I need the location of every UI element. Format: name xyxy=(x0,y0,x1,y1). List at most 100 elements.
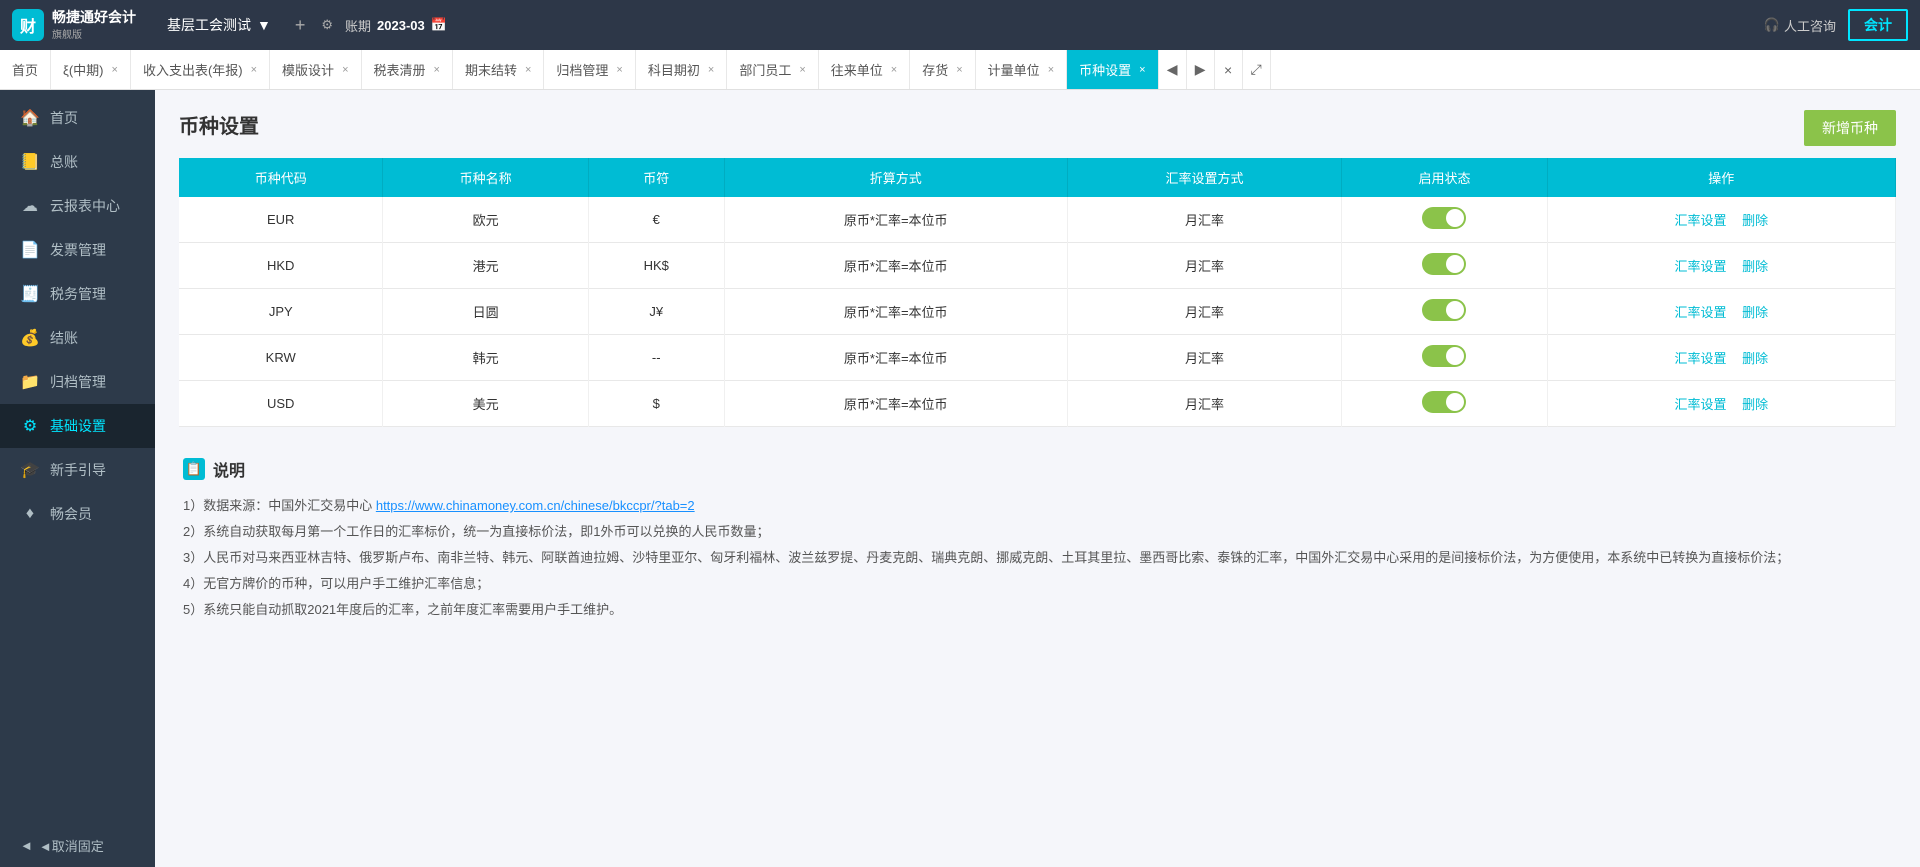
toggle-knob-HKD xyxy=(1446,255,1464,273)
notice-title-text: 说明 xyxy=(213,457,245,481)
sidebar-pin-btn[interactable]: ◄ ◄取消固定 xyxy=(0,824,155,867)
sidebar-item-home[interactable]: 🏠 首页 xyxy=(0,96,155,140)
tab-dept-close[interactable]: × xyxy=(799,64,805,76)
tab-midterm[interactable]: ξ(中期) × xyxy=(51,50,131,90)
tab-prev-btn[interactable]: ◀ xyxy=(1159,50,1187,90)
toggle-knob-JPY xyxy=(1446,301,1464,319)
table-row: EUR 欧元 € 原币*汇率=本位币 月汇率 汇率设置 删除 xyxy=(179,197,1896,243)
tab-template[interactable]: 模版设计 × xyxy=(270,50,361,90)
rate-setting-btn-JPY[interactable]: 汇率设置 xyxy=(1674,305,1726,320)
cell-symbol: € xyxy=(588,197,724,243)
sidebar-item-ledger[interactable]: 📒 总账 xyxy=(0,140,155,184)
logo-main: 畅捷通好会计 xyxy=(52,9,136,26)
cell-rate-method: 月汇率 xyxy=(1067,335,1342,381)
tab-next-btn[interactable]: ▶ xyxy=(1187,50,1215,90)
sidebar-item-settle[interactable]: 💰 结账 xyxy=(0,316,155,360)
tab-dept-label: 部门员工 xyxy=(739,60,791,79)
cell-method: 原币*汇率=本位币 xyxy=(724,197,1067,243)
settings-icon[interactable]: ⚙ xyxy=(321,17,333,33)
tab-partner[interactable]: 往来单位 × xyxy=(819,50,910,90)
notice-item: 4）无官方牌价的币种，可以用户手工维护汇率信息； xyxy=(183,571,1892,597)
delete-btn-HKD[interactable]: 删除 xyxy=(1742,259,1768,274)
tab-currency-close[interactable]: × xyxy=(1139,64,1145,76)
sidebar-item-guide[interactable]: 🎓 新手引导 xyxy=(0,448,155,492)
cell-status xyxy=(1342,243,1547,289)
tab-period-end[interactable]: 期末结转 × xyxy=(453,50,544,90)
tab-tax-close[interactable]: × xyxy=(434,64,440,76)
cell-symbol: -- xyxy=(588,335,724,381)
tab-unit[interactable]: 计量单位 × xyxy=(976,50,1067,90)
headphone-icon: 🎧 xyxy=(1764,17,1780,33)
rate-setting-btn-KRW[interactable]: 汇率设置 xyxy=(1674,351,1726,366)
currency-table: 币种代码 币种名称 币符 折算方式 汇率设置方式 启用状态 操作 EUR 欧元 … xyxy=(179,158,1896,427)
sidebar-label-invoice: 发票管理 xyxy=(50,240,106,260)
toggle-USD[interactable] xyxy=(1422,391,1466,413)
calendar-icon[interactable]: 📅 xyxy=(431,17,447,33)
toggle-EUR[interactable] xyxy=(1422,207,1466,229)
toggle-KRW[interactable] xyxy=(1422,345,1466,367)
tab-annual-close[interactable]: × xyxy=(251,64,257,76)
sidebar-item-cloud[interactable]: ☁ 云报表中心 xyxy=(0,184,155,228)
sidebar-item-member[interactable]: ♦ 畅会员 xyxy=(0,492,155,536)
help-button[interactable]: 🎧 人工咨询 xyxy=(1764,16,1836,35)
cell-action: 汇率设置 删除 xyxy=(1547,197,1895,243)
guide-icon: 🎓 xyxy=(20,460,40,480)
rate-setting-btn-EUR[interactable]: 汇率设置 xyxy=(1674,213,1726,228)
tab-annual[interactable]: 收入支出表(年报) × xyxy=(131,50,270,90)
delete-btn-EUR[interactable]: 删除 xyxy=(1742,213,1768,228)
tab-tax[interactable]: 税表清册 × xyxy=(362,50,453,90)
cell-symbol: HK$ xyxy=(588,243,724,289)
tab-dept[interactable]: 部门员工 × xyxy=(727,50,818,90)
dropdown-icon: ▼ xyxy=(257,17,271,33)
cell-action: 汇率设置 删除 xyxy=(1547,381,1895,427)
sidebar-item-settings[interactable]: ⚙ 基础设置 xyxy=(0,404,155,448)
tab-inventory[interactable]: 存货 × xyxy=(910,50,975,90)
tab-partner-close[interactable]: × xyxy=(891,64,897,76)
tab-subject-close[interactable]: × xyxy=(708,64,714,76)
company-selector[interactable]: 基层工会测试 ▼ xyxy=(167,15,271,35)
cell-symbol: J¥ xyxy=(588,289,724,335)
tab-archive[interactable]: 归档管理 × xyxy=(544,50,635,90)
tab-subject-label: 科目期初 xyxy=(648,60,700,79)
tab-period-end-close[interactable]: × xyxy=(525,64,531,76)
cell-method: 原币*汇率=本位币 xyxy=(724,289,1067,335)
sidebar-item-invoice[interactable]: 📄 发票管理 xyxy=(0,228,155,272)
tab-template-close[interactable]: × xyxy=(342,64,348,76)
table-row: JPY 日圆 J¥ 原币*汇率=本位币 月汇率 汇率设置 删除 xyxy=(179,289,1896,335)
rate-setting-btn-HKD[interactable]: 汇率设置 xyxy=(1674,259,1726,274)
account-button[interactable]: 会计 xyxy=(1848,9,1908,41)
tab-close-all-btn[interactable]: × xyxy=(1215,50,1243,90)
delete-btn-USD[interactable]: 删除 xyxy=(1742,397,1768,412)
tab-archive-close[interactable]: × xyxy=(616,64,622,76)
tab-unit-close[interactable]: × xyxy=(1048,64,1054,76)
col-rate-method: 汇率设置方式 xyxy=(1067,158,1342,197)
toggle-JPY[interactable] xyxy=(1422,299,1466,321)
invoice-icon: 📄 xyxy=(20,240,40,260)
tab-bar: 首页 ξ(中期) × 收入支出表(年报) × 模版设计 × 税表清册 × 期末结… xyxy=(0,50,1920,90)
cell-name: 欧元 xyxy=(383,197,588,243)
sidebar-label-settle: 结账 xyxy=(50,328,78,348)
sidebar-item-archive[interactable]: 📁 归档管理 xyxy=(0,360,155,404)
cell-status xyxy=(1342,289,1547,335)
add-icon[interactable]: + xyxy=(295,15,306,36)
delete-btn-JPY[interactable]: 删除 xyxy=(1742,305,1768,320)
top-header: 财 畅捷通好会计 旗舰版 基层工会测试 ▼ + ⚙ 账期 2023-03 📅 🎧… xyxy=(0,0,1920,50)
tab-home[interactable]: 首页 xyxy=(0,50,51,90)
tab-inventory-close[interactable]: × xyxy=(956,64,962,76)
ledger-icon: 📒 xyxy=(20,152,40,172)
toggle-HKD[interactable] xyxy=(1422,253,1466,275)
new-currency-button[interactable]: 新增币种 xyxy=(1804,110,1896,146)
sidebar: 🏠 首页 📒 总账 ☁ 云报表中心 📄 发票管理 🧾 税务管理 💰 结账 📁 归… xyxy=(0,90,155,867)
tab-midterm-close[interactable]: × xyxy=(112,64,118,76)
sidebar-item-tax[interactable]: 🧾 税务管理 xyxy=(0,272,155,316)
tab-subject[interactable]: 科目期初 × xyxy=(636,50,727,90)
cell-method: 原币*汇率=本位币 xyxy=(724,381,1067,427)
notice-link[interactable]: https://www.chinamoney.com.cn/chinese/bk… xyxy=(376,498,695,513)
delete-btn-KRW[interactable]: 删除 xyxy=(1742,351,1768,366)
tab-expand-btn[interactable]: ⤢ xyxy=(1243,50,1271,90)
tab-currency[interactable]: 币种设置 × xyxy=(1067,50,1158,90)
cell-rate-method: 月汇率 xyxy=(1067,243,1342,289)
col-code: 币种代码 xyxy=(179,158,383,197)
page-title: 币种设置 xyxy=(179,110,1896,139)
rate-setting-btn-USD[interactable]: 汇率设置 xyxy=(1674,397,1726,412)
